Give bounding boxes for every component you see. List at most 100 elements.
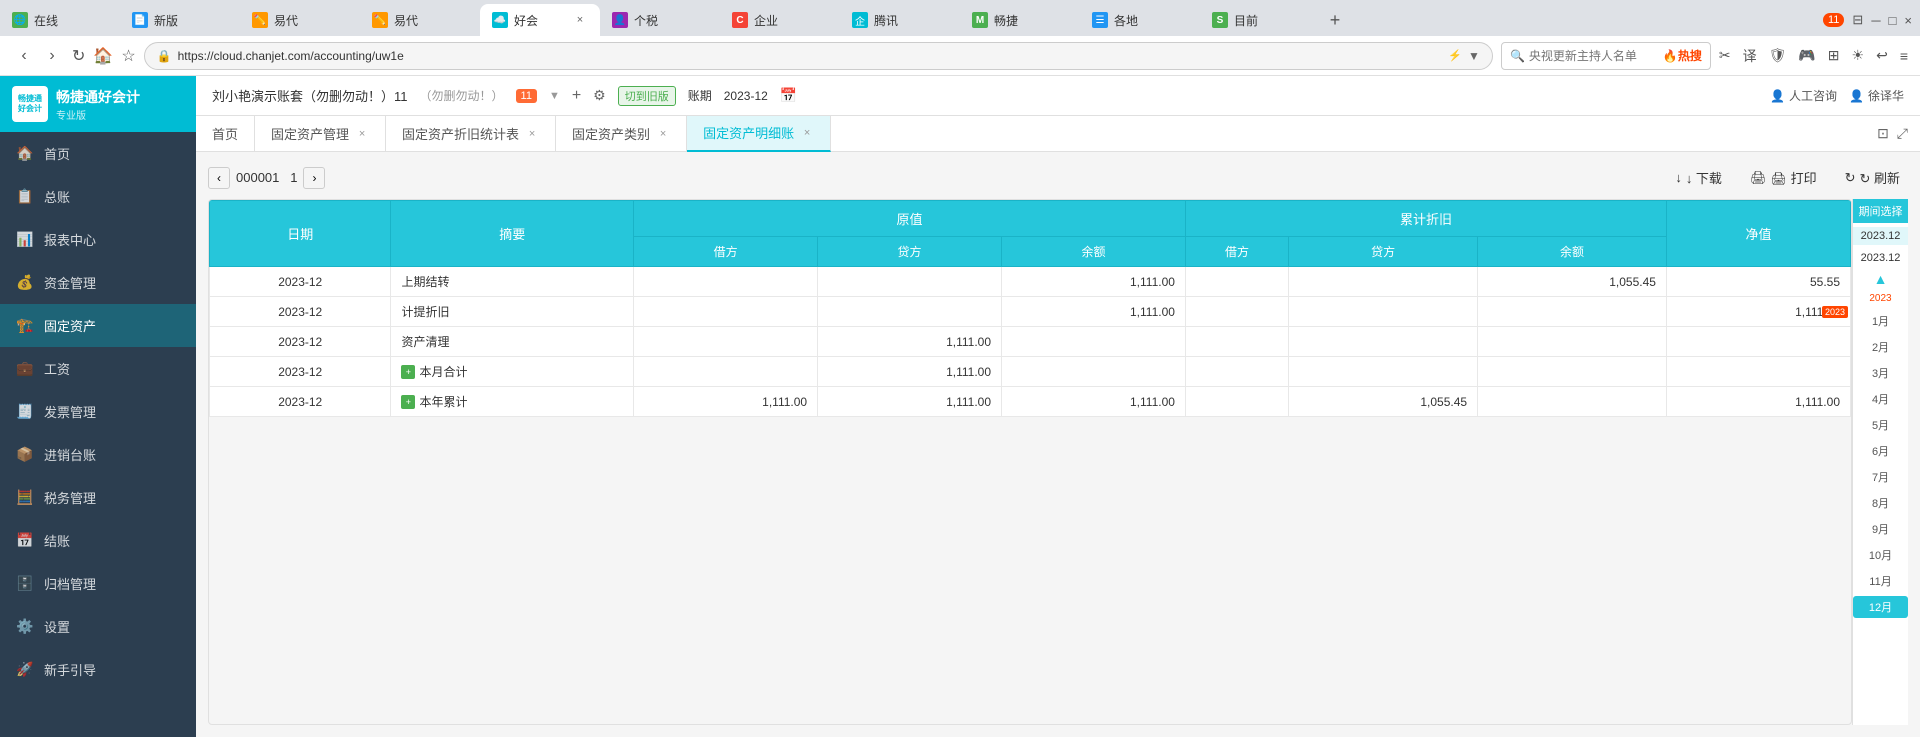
home-button[interactable]: 🏠 (93, 46, 113, 66)
tab-close-fixed-assets-mgmt[interactable]: × (355, 127, 369, 141)
tab-title: 企业 (754, 12, 828, 29)
period-selected-2[interactable]: 2023.12 (1853, 249, 1908, 267)
tab-title: 易代 (394, 12, 468, 29)
prev-page-button[interactable]: ‹ (208, 167, 230, 189)
browser-tab-new[interactable]: 📄 新版 (120, 4, 240, 36)
notification-badge[interactable]: 11 (1823, 13, 1844, 27)
hot-search-label[interactable]: 🔥热搜 (1663, 47, 1702, 64)
month-item-11[interactable]: 11月 (1853, 570, 1908, 592)
tab-favicon: 企 (852, 12, 868, 28)
download-button[interactable]: ↓ ↓ 下载 (1667, 164, 1730, 191)
tab-title: 各地 (1114, 12, 1188, 29)
right-panel: 期间选择 2023.12 2023.12 ▲ 2023 1月 2月 3月 4月 … (1852, 199, 1908, 725)
browser-tab-changjie[interactable]: M 畅捷 (960, 4, 1080, 36)
sidebar-item-invoice[interactable]: 🧾 发票管理 (0, 390, 196, 433)
tab-home[interactable]: 首页 (196, 116, 255, 152)
month-item-12[interactable]: 12月 (1853, 596, 1908, 618)
next-page-button[interactable]: › (303, 167, 325, 189)
print-button[interactable]: 🖨 🖨 打印 (1742, 164, 1825, 191)
address-bar[interactable]: 🔒 https://cloud.chanjet.com/accounting/u… (144, 42, 1493, 70)
month-item-7[interactable]: 7月 (1853, 466, 1908, 488)
scroll-up-button[interactable]: ▲ (1853, 271, 1908, 287)
tab-fixed-assets-mgmt[interactable]: 固定资产管理 × (255, 116, 386, 152)
browser-tab-yidai1[interactable]: ✏️ 易代 (240, 4, 360, 36)
sidebar-item-fixed-assets[interactable]: 🏗️ 固定资产 (0, 304, 196, 347)
refresh-button[interactable]: ↻ (72, 46, 85, 66)
cell-orig-credit: 1,111.00 (818, 387, 1002, 417)
sidebar-item-payroll[interactable]: 💼 工资 (0, 347, 196, 390)
brightness-icon[interactable]: ☀ (1852, 47, 1865, 64)
settings-gear-icon[interactable]: ⚙ (593, 87, 606, 104)
service-button[interactable]: 👤 人工咨询 (1770, 87, 1837, 104)
month-item-9[interactable]: 9月 (1853, 518, 1908, 540)
tab-close-category[interactable]: × (656, 127, 670, 141)
month-item-1[interactable]: 1月 (1853, 310, 1908, 332)
month-item-10[interactable]: 10月 (1853, 544, 1908, 566)
browser-tab-haokuaiji[interactable]: ☁️ 好会 × (480, 4, 600, 36)
month-item-2[interactable]: 2月 (1853, 336, 1908, 358)
scissors-icon[interactable]: ✂ (1719, 47, 1731, 64)
month-item-3[interactable]: 3月 (1853, 362, 1908, 384)
refresh-button[interactable]: ↻ ↻ 刷新 (1837, 164, 1908, 191)
dropdown-arrow[interactable]: ▼ (549, 90, 560, 102)
sidebar-item-archive[interactable]: 🗄️ 归档管理 (0, 562, 196, 605)
print-label: 🖨 打印 (1770, 168, 1816, 187)
sidebar-item-tax[interactable]: 🧮 税务管理 (0, 476, 196, 519)
browser-tab-geshui[interactable]: 👤 个税 (600, 4, 720, 36)
sidebar-item-settings[interactable]: ⚙️ 设置 (0, 605, 196, 648)
cell-orig-debit (634, 297, 818, 327)
month-item-6[interactable]: 6月 (1853, 440, 1908, 462)
sidebar-item-closing[interactable]: 📅 结账 (0, 519, 196, 562)
period-selected-1[interactable]: 2023.12 (1853, 227, 1908, 245)
shield-icon[interactable]: 🛡 (1769, 47, 1787, 64)
browser-tab-online[interactable]: 🌐 在线 (0, 4, 120, 36)
search-input[interactable] (1529, 49, 1659, 63)
search-bar[interactable]: 🔍 🔥热搜 (1501, 42, 1711, 70)
switch-version-button[interactable]: 切到旧版 (618, 86, 676, 106)
browser-tab-tencent[interactable]: 企 腾讯 (840, 4, 960, 36)
browser-tab-gedi[interactable]: ☰ 各地 (1080, 4, 1200, 36)
user-button[interactable]: 👤 徐译华 (1849, 87, 1904, 104)
restore-icon[interactable]: ⊡ (1877, 125, 1889, 142)
tab-close-icon[interactable]: × (572, 12, 588, 28)
menu-icon[interactable]: ≡ (1900, 48, 1908, 64)
calendar-icon[interactable]: 📅 (780, 87, 797, 104)
browser-tab-qiye[interactable]: C 企业 (720, 4, 840, 36)
tab-fixed-assets-category[interactable]: 固定资产类别 × (556, 116, 687, 152)
tab-fixed-assets-depreciation[interactable]: 固定资产折旧统计表 × (386, 116, 556, 152)
bookmark-button[interactable]: ☆ (121, 46, 135, 66)
browser-tab-shengcai[interactable]: S 目前 (1200, 4, 1320, 36)
tab-favicon: 📄 (132, 12, 148, 28)
add-account-icon[interactable]: + (572, 87, 581, 105)
gamepad-icon[interactable]: 🎮 (1798, 47, 1815, 64)
sidebar-item-guide[interactable]: 🚀 新手引导 (0, 648, 196, 691)
sidebar-item-home[interactable]: 🏠 首页 (0, 132, 196, 175)
new-tab-button[interactable]: + (1320, 4, 1350, 36)
tab-close-detail[interactable]: × (800, 126, 814, 140)
translate-icon[interactable]: 译 (1743, 46, 1757, 66)
tab-fixed-assets-detail[interactable]: 固定资产明细账 × (687, 116, 831, 152)
page-number: 1 (290, 170, 297, 185)
month-item-5[interactable]: 5月 (1853, 414, 1908, 436)
maximize-icon[interactable]: □ (1889, 13, 1897, 28)
tab-favicon: 👤 (612, 12, 628, 28)
grid-icon[interactable]: ⊞ (1828, 47, 1840, 64)
sidebar-item-funds[interactable]: 💰 资金管理 (0, 261, 196, 304)
month-item-4[interactable]: 4月 (1853, 388, 1908, 410)
sidebar-item-purchase-sales[interactable]: 📦 进销台账 (0, 433, 196, 476)
refresh-icon: ↻ (1845, 170, 1856, 186)
sidebar-label-settings: 设置 (44, 617, 70, 636)
expand-icon[interactable]: ⤢ (1897, 125, 1908, 142)
month-item-8[interactable]: 8月 (1853, 492, 1908, 514)
tab-menu-icon[interactable]: ⊟ (1852, 12, 1863, 28)
back-button[interactable]: ‹ (12, 44, 36, 68)
browser-tab-yidai2[interactable]: ✏️ 易代 (360, 4, 480, 36)
sidebar-item-ledger[interactable]: 📋 总账 (0, 175, 196, 218)
forward-button[interactable]: › (40, 44, 64, 68)
undo-icon[interactable]: ↩ (1876, 47, 1888, 64)
tab-close-depreciation[interactable]: × (525, 127, 539, 141)
minimize-icon[interactable]: ─ (1871, 13, 1880, 28)
close-window-icon[interactable]: × (1904, 13, 1912, 28)
sidebar-item-reports[interactable]: 📊 报表中心 (0, 218, 196, 261)
dropdown-icon[interactable]: ▼ (1468, 49, 1480, 63)
